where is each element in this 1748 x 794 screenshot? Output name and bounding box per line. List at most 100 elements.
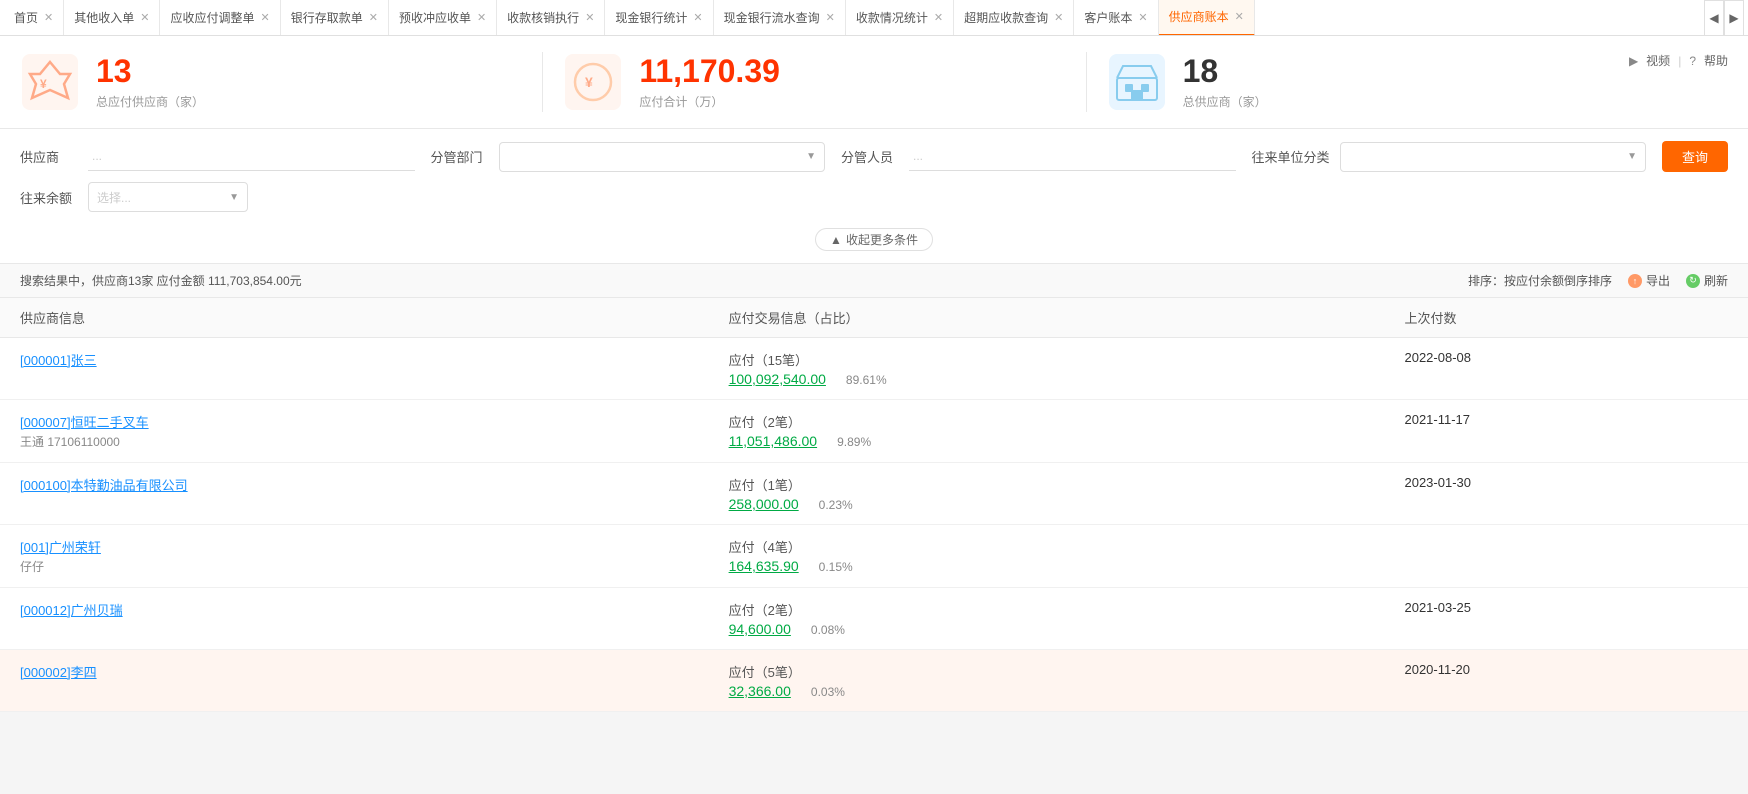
supplier-link-1[interactable]: [000007]恒旺二手叉车 [20, 415, 149, 430]
payable-percent-0: 89.61% [846, 373, 887, 387]
nav-tab-home[interactable]: 首页 ✕ [4, 0, 64, 36]
payable-count-4: 应付（2笔） [729, 603, 801, 618]
dept-dropdown-arrow: ▼ [806, 151, 816, 162]
close-tab-ar-ap-adjust[interactable]: ✕ [260, 11, 269, 24]
balance-label: 往来余额 [20, 188, 80, 207]
col-header-last-payment: 上次付数 [1384, 298, 1748, 338]
sort-control[interactable]: 排序：按应付余额倒序排序 [1468, 272, 1612, 289]
payable-amount-5[interactable]: 32,366.00 [729, 683, 791, 699]
data-table-container: 供应商信息 应付交易信息（占比） 上次付数 [000001]张三应付（15笔）1… [0, 298, 1748, 712]
payable-count-3: 应付（4笔） [729, 540, 801, 555]
close-tab-cash-bank-query[interactable]: ✕ [826, 11, 835, 24]
payable-amount-4[interactable]: 94,600.00 [729, 621, 791, 637]
help-link[interactable]: 帮助 [1704, 52, 1728, 69]
close-tab-bank-deposit[interactable]: ✕ [369, 11, 378, 24]
close-tab-receipt-stat[interactable]: ✕ [934, 11, 943, 24]
balance-placeholder: 选择... [97, 189, 131, 206]
nav-scroll-right[interactable]: ▶ [1724, 0, 1744, 36]
nav-tab-other-income[interactable]: 其他收入单 ✕ [64, 0, 160, 36]
supplier-table: 供应商信息 应付交易信息（占比） 上次付数 [000001]张三应付（15笔）1… [0, 298, 1748, 712]
nav-tab-ar-ap-adjust[interactable]: 应收应付调整单 ✕ [160, 0, 280, 36]
table-row: [001]广州荣轩仔仔应付（4笔）164,635.900.15% [0, 525, 1748, 588]
filter-dept: 分管部门 ▼ [431, 142, 826, 172]
total-payable-info: 11,170.39 应付合计（万） [639, 54, 780, 110]
close-tab-home[interactable]: ✕ [44, 11, 53, 24]
payable-row-5: 32,366.000.03% [729, 681, 1365, 699]
nav-tab-cash-bank-query[interactable]: 现金银行流水查询 ✕ [714, 0, 846, 36]
export-action[interactable]: ↑ 导出 [1628, 272, 1670, 289]
table-row: [000007]恒旺二手叉车王通 17106110000应付（2笔）11,051… [0, 400, 1748, 463]
supplier-link-0[interactable]: [000001]张三 [20, 353, 97, 368]
payable-amount-3[interactable]: 164,635.90 [729, 558, 799, 574]
supplier-link-4[interactable]: [000012]广州贝瑞 [20, 603, 123, 618]
col-header-payable: 应付交易信息（占比） [709, 298, 1385, 338]
table-row: [000001]张三 应付（15笔） 100,092,540.00 89.61% 202… [0, 338, 1748, 400]
nav-tab-bank-deposit[interactable]: 银行存取款单 ✕ [281, 0, 389, 36]
close-tab-cash-bank-stat[interactable]: ✕ [693, 11, 702, 24]
supplier-sub-1: 王通 17106110000 [20, 433, 689, 450]
supplier-link-2[interactable]: [000100]本特勤油品有限公司 [20, 478, 188, 493]
payable-count-5: 应付（5笔） [729, 665, 801, 680]
nav-tab-prepay-charge[interactable]: 预收冲应收单 ✕ [389, 0, 497, 36]
supplier-input[interactable] [88, 143, 415, 171]
last-payment-cell-3 [1384, 525, 1748, 588]
help-links: ▶ 视频 | ? 帮助 [1629, 52, 1728, 69]
payable-row-1: 11,051,486.009.89% [729, 431, 1365, 449]
category-select[interactable]: ▼ [1340, 142, 1647, 172]
supplier-cell-3: [001]广州荣轩仔仔 [0, 525, 709, 588]
total-payable-label: 应付合计（万） [639, 93, 780, 110]
card-divider-1 [542, 52, 543, 112]
nav-tab-receipt-stat[interactable]: 收款情况统计 ✕ [846, 0, 954, 36]
filter-row-2: 往来余额 选择... ▼ [20, 182, 1728, 212]
payable-count-0: 应付（15笔） [729, 353, 808, 368]
top-navigation: 首页 ✕ 其他收入单 ✕ 应收应付调整单 ✕ 银行存取款单 ✕ 预收冲应收单 ✕… [0, 0, 1748, 36]
collapse-button[interactable]: ▲ 收起更多条件 [815, 228, 933, 251]
supplier-link-5[interactable]: [000002]李四 [20, 665, 97, 680]
refresh-action[interactable]: ↻ 刷新 [1686, 272, 1728, 289]
col-header-supplier: 供应商信息 [0, 298, 709, 338]
nav-scroll-left[interactable]: ◀ [1704, 0, 1724, 36]
summary-card-total-payable: ¥ 11,170.39 应付合计（万） [563, 52, 1085, 112]
nav-tab-overdue-query[interactable]: 超期应收款查询 ✕ [954, 0, 1074, 36]
collapse-label: 收起更多条件 [846, 231, 918, 248]
table-row: [000012]广州贝瑞应付（2笔）94,600.000.08%2021-03-… [0, 588, 1748, 650]
close-tab-supplier-book[interactable]: ✕ [1235, 10, 1244, 23]
payable-amount-0[interactable]: 100,092,540.00 [729, 371, 826, 387]
close-tab-customer-book[interactable]: ✕ [1138, 11, 1147, 24]
payable-cell-2: 应付（1笔）258,000.000.23% [709, 463, 1385, 525]
payable-row-0: 100,092,540.00 89.61% [729, 369, 1365, 387]
query-button[interactable]: 查询 [1662, 141, 1728, 172]
payable-supplier-info: 13 总应付供应商（家） [96, 54, 204, 110]
payable-row-4: 94,600.000.08% [729, 619, 1365, 637]
filter-person: 分管人员 [841, 143, 1236, 171]
total-supplier-info: 18 总供应商（家） [1183, 54, 1267, 110]
nav-tab-cash-bank-stat[interactable]: 现金银行统计 ✕ [605, 0, 713, 36]
close-tab-other-income[interactable]: ✕ [140, 11, 149, 24]
close-tab-receipt-verify[interactable]: ✕ [585, 11, 594, 24]
close-tab-overdue-query[interactable]: ✕ [1054, 11, 1063, 24]
results-summary: 搜索结果中，供应商13家 应付金额 111,703,854.00元 [20, 272, 302, 289]
payable-cell-4: 应付（2笔）94,600.000.08% [709, 588, 1385, 650]
balance-dropdown-arrow: ▼ [229, 192, 239, 203]
payable-amount-1[interactable]: 11,051,486.00 [729, 433, 818, 449]
video-link[interactable]: 视频 [1646, 52, 1670, 69]
close-tab-prepay-charge[interactable]: ✕ [477, 11, 486, 24]
total-payable-icon: ¥ [563, 52, 623, 112]
supplier-link-3[interactable]: [001]广州荣轩 [20, 540, 101, 555]
export-icon: ↑ [1628, 274, 1642, 288]
payable-cell-5: 应付（5笔）32,366.000.03% [709, 650, 1385, 712]
balance-select[interactable]: 选择... ▼ [88, 182, 248, 212]
payable-cell-3: 应付（4笔）164,635.900.15% [709, 525, 1385, 588]
nav-tab-customer-book[interactable]: 客户账本 ✕ [1074, 0, 1158, 36]
person-input[interactable] [909, 143, 1236, 171]
last-payment-cell-0: 2022-08-08 [1384, 338, 1748, 400]
supplier-cell-4: [000012]广州贝瑞 [0, 588, 709, 650]
dept-select[interactable]: ▼ [499, 142, 826, 172]
total-supplier-count: 18 [1183, 54, 1267, 89]
nav-tab-supplier-book[interactable]: 供应商账本 ✕ [1159, 0, 1255, 36]
refresh-icon: ↻ [1686, 274, 1700, 288]
supplier-label: 供应商 [20, 147, 80, 166]
payable-amount-2[interactable]: 258,000.00 [729, 496, 799, 512]
nav-tab-receipt-verify[interactable]: 收款核销执行 ✕ [497, 0, 605, 36]
supplier-cell-5: [000002]李四 [0, 650, 709, 712]
